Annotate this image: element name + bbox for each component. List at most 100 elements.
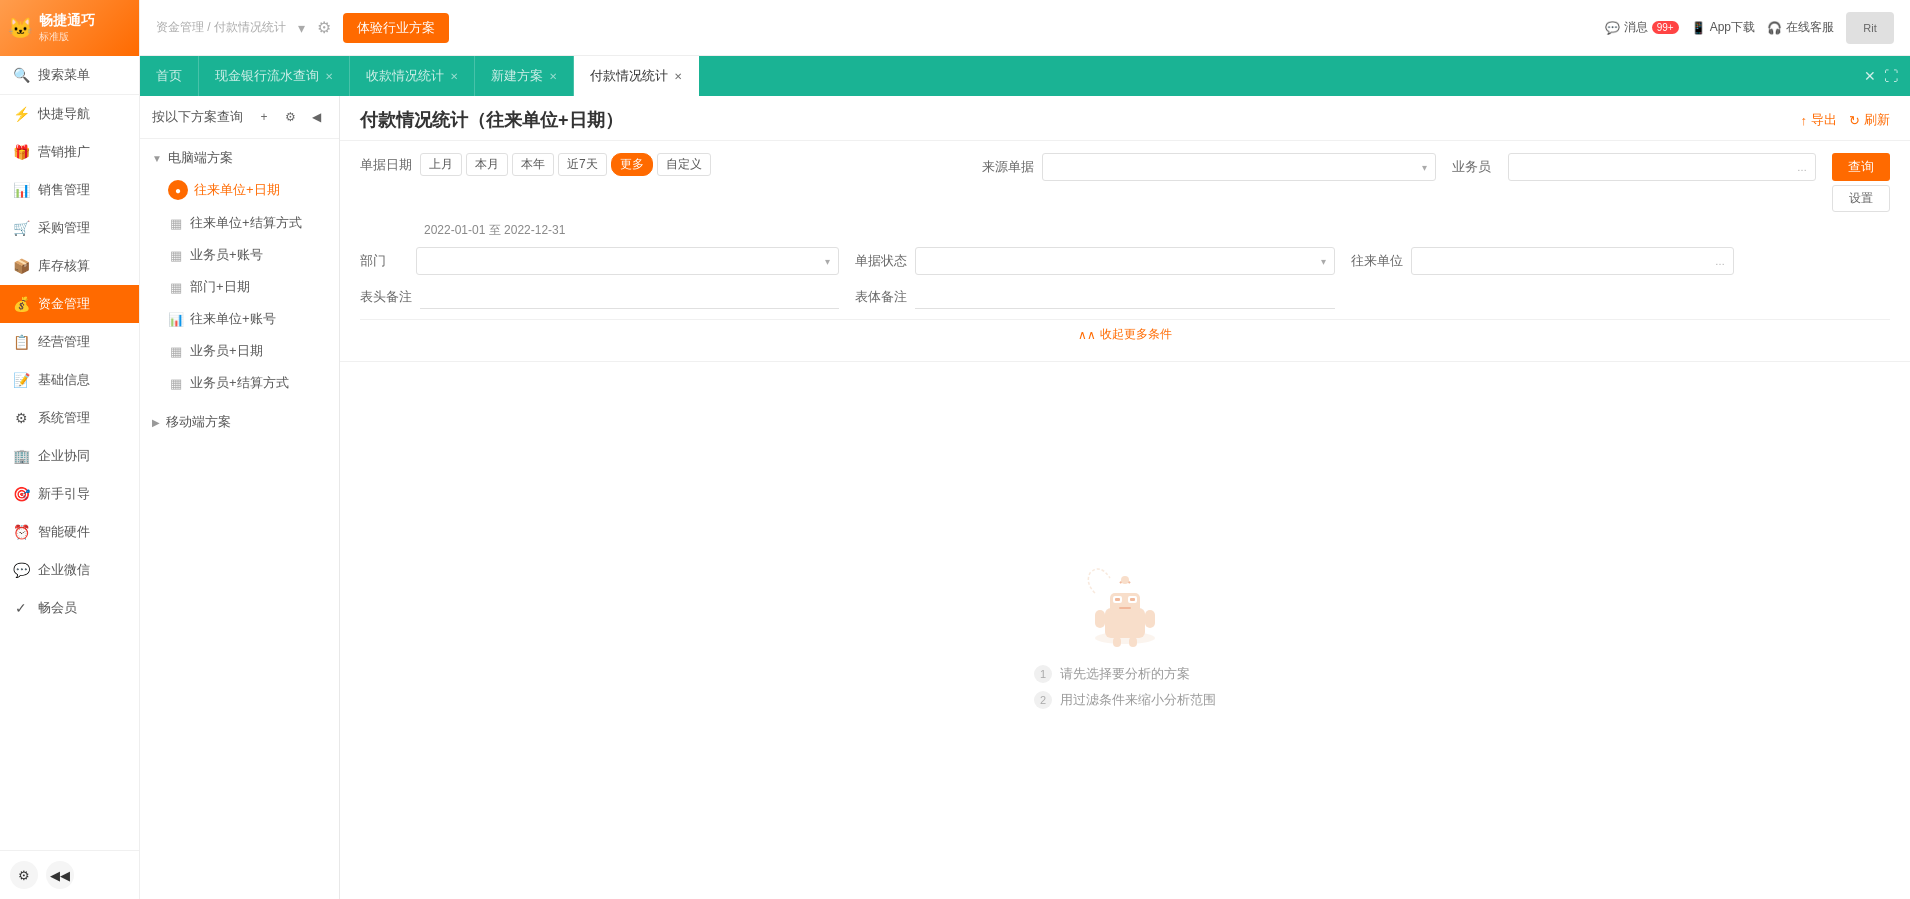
message-icon: 💬 (1605, 21, 1620, 35)
search-icon: 🔍 (12, 66, 30, 84)
scheme-item-salesperson-date[interactable]: ▦ 业务员+日期 (140, 335, 339, 367)
date-btn-this-year[interactable]: 本年 (512, 153, 554, 176)
sidebar-marketing-label: 营销推广 (38, 143, 90, 161)
sidebar-item-wechat[interactable]: 💬 企业微信 (0, 551, 139, 589)
header-note-input[interactable] (420, 285, 839, 309)
tab-new-scheme-close[interactable]: ✕ (549, 71, 557, 82)
sidebar-item-inventory[interactable]: 📦 库存核算 (0, 247, 139, 285)
date-filter-label: 单据日期 (360, 156, 412, 174)
active-scheme-indicator: ● (168, 180, 188, 200)
tab-receivable[interactable]: 收款情况统计 ✕ (350, 56, 475, 96)
online-service-btn[interactable]: 🎧 在线客服 (1767, 19, 1834, 36)
dept-select[interactable]: ▾ (416, 247, 839, 275)
sidebar-item-vip[interactable]: ✓ 畅会员 (0, 589, 139, 627)
source-select-arrow: ▾ (1422, 162, 1427, 173)
filter-area: 单据日期 上月 本月 本年 近7天 更多 自定义 来源单据 (340, 141, 1910, 362)
settings-footer-icon[interactable]: ⚙ (10, 861, 38, 889)
scheme-counterpart-date-label: 往来单位+日期 (194, 181, 280, 199)
sidebar-guide-label: 新手引导 (38, 485, 90, 503)
source-filter: 来源单据 ▾ (982, 153, 1436, 181)
scheme-counterpart-account-label: 往来单位+账号 (190, 310, 276, 328)
date-btn-this-month[interactable]: 本月 (466, 153, 508, 176)
collapse-sidebar-icon[interactable]: ◀◀ (46, 861, 74, 889)
sidebar-item-system[interactable]: ⚙ 系统管理 (0, 399, 139, 437)
add-scheme-btn[interactable]: + (253, 106, 275, 128)
date-range-text: 2022-01-01 至 2022-12-31 (424, 223, 565, 237)
scheme-table-icon-5: ▦ (168, 375, 184, 391)
sidebar-item-marketing[interactable]: 🎁 营销推广 (0, 133, 139, 171)
date-btn-more[interactable]: 更多 (611, 153, 653, 176)
date-buttons: 上月 本月 本年 近7天 更多 自定义 (420, 153, 711, 176)
sidebar-logo-icon: 🐱 (8, 16, 33, 40)
sidebar-item-search[interactable]: 🔍 搜索菜单 (0, 56, 139, 95)
scheme-item-salesperson-settlement[interactable]: ▦ 业务员+结算方式 (140, 367, 339, 399)
topbar-dropdown-icon[interactable]: ▾ (298, 20, 305, 36)
tab-home-label: 首页 (156, 67, 182, 85)
marketing-icon: 🎁 (12, 143, 30, 161)
status-filter: 单据状态 ▾ (855, 247, 1334, 275)
sidebar-operations-label: 经营管理 (38, 333, 90, 351)
trial-btn[interactable]: 体验行业方案 (343, 13, 449, 43)
message-label: 消息 (1624, 19, 1648, 36)
sidebar-header: 🐱 畅捷通巧 标准版 (0, 0, 139, 56)
status-select[interactable]: ▾ (915, 247, 1334, 275)
filter-settings-btn[interactable]: 设置 (1832, 185, 1890, 212)
avatar-text: Rit (1863, 22, 1876, 34)
tab-home[interactable]: 首页 (140, 56, 199, 96)
body-note-input[interactable] (915, 285, 1334, 309)
date-btn-last-7[interactable]: 近7天 (558, 153, 607, 176)
sidebar-item-hardware[interactable]: ⏰ 智能硬件 (0, 513, 139, 551)
collapse-panel-btn[interactable]: ◀ (305, 106, 327, 128)
system-icon: ⚙ (12, 409, 30, 427)
mobile-scheme-group: ▶ 移动端方案 (140, 403, 339, 441)
export-btn[interactable]: ↑ 导出 (1801, 111, 1838, 129)
funds-icon: 💰 (12, 295, 30, 313)
sidebar-item-quick-nav[interactable]: ⚡ 快捷导航 (0, 95, 139, 133)
tab-new-scheme[interactable]: 新建方案 ✕ (475, 56, 574, 96)
basic-info-icon: 📝 (12, 371, 30, 389)
scheme-item-counterpart-account[interactable]: 📊 往来单位+账号 (140, 303, 339, 335)
sidebar-item-operations[interactable]: 📋 经营管理 (0, 323, 139, 361)
pc-group-header[interactable]: ▼ 电脑端方案 (140, 143, 339, 173)
sidebar-item-funds[interactable]: 💰 资金管理 (0, 285, 139, 323)
sidebar-item-basic-info[interactable]: 📝 基础信息 (0, 361, 139, 399)
collapse-arrows-icon: ∧∧ (1078, 328, 1096, 342)
topbar-settings-icon[interactable]: ⚙ (317, 18, 331, 37)
source-select[interactable]: ▾ (1042, 153, 1436, 181)
scheme-item-salesperson-account[interactable]: ▦ 业务员+账号 (140, 239, 339, 271)
scheme-item-counterpart-settlement[interactable]: ▦ 往来单位+结算方式 (140, 207, 339, 239)
scheme-item-dept-date[interactable]: ▦ 部门+日期 (140, 271, 339, 303)
sales-icon: 📊 (12, 181, 30, 199)
hardware-icon: ⏰ (12, 523, 30, 541)
app-download-icon: 📱 (1691, 21, 1706, 35)
tab-receivable-close[interactable]: ✕ (450, 71, 458, 82)
scheme-settings-btn[interactable]: ⚙ (279, 106, 301, 128)
maximize-window-icon[interactable]: ⛶ (1884, 68, 1898, 84)
salesperson-select[interactable]: … (1508, 153, 1816, 181)
mobile-group-header[interactable]: ▶ 移动端方案 (140, 407, 339, 437)
query-btn[interactable]: 查询 (1832, 153, 1890, 181)
scheme-item-counterpart-date[interactable]: ● 往来单位+日期 (140, 173, 339, 207)
tab-bank-close[interactable]: ✕ (325, 71, 333, 82)
refresh-btn[interactable]: ↻ 刷新 (1849, 111, 1890, 129)
date-btn-last-month[interactable]: 上月 (420, 153, 462, 176)
date-btn-custom[interactable]: 自定义 (657, 153, 711, 176)
collapse-filter-btn[interactable]: ∧∧ 收起更多条件 (360, 319, 1890, 349)
sidebar-item-enterprise[interactable]: 🏢 企业协同 (0, 437, 139, 475)
counterpart-select[interactable]: … (1411, 247, 1734, 275)
message-badge: 99+ (1652, 21, 1679, 34)
tab-payment[interactable]: 付款情况统计 ✕ (574, 56, 699, 96)
close-window-icon[interactable]: ✕ (1864, 68, 1876, 84)
empty-illustration (1075, 553, 1175, 653)
tab-bank[interactable]: 现金银行流水查询 ✕ (199, 56, 350, 96)
sidebar-item-sales[interactable]: 📊 销售管理 (0, 171, 139, 209)
message-btn[interactable]: 💬 消息 99+ (1605, 19, 1679, 36)
sidebar-item-purchase[interactable]: 🛒 采购管理 (0, 209, 139, 247)
operations-icon: 📋 (12, 333, 30, 351)
sidebar-item-guide[interactable]: 🎯 新手引导 (0, 475, 139, 513)
app-download-btn[interactable]: 📱 App下载 (1691, 19, 1755, 36)
date-filter: 单据日期 上月 本月 本年 近7天 更多 自定义 (360, 153, 966, 176)
tab-payment-close[interactable]: ✕ (674, 71, 682, 82)
user-avatar[interactable]: Rit (1846, 12, 1894, 44)
sidebar-system-label: 系统管理 (38, 409, 90, 427)
